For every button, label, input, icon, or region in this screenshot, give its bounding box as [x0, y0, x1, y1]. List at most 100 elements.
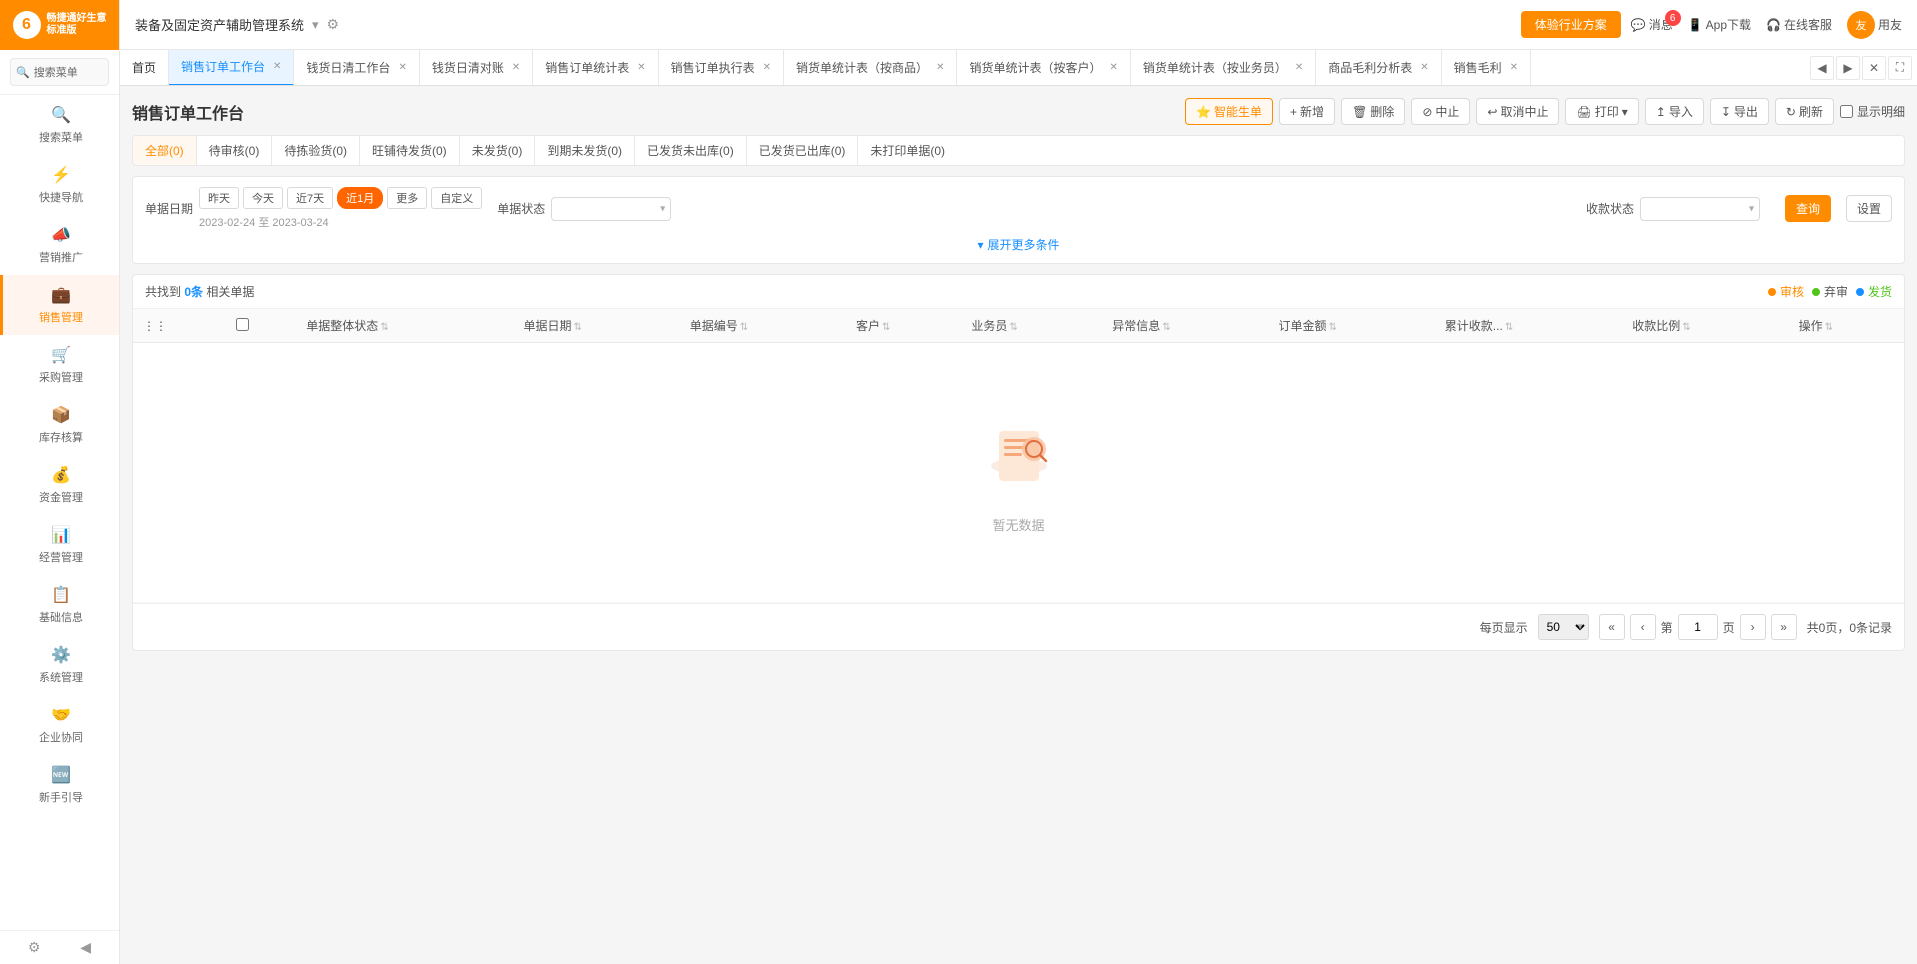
tab-prev-button[interactable]: ◀	[1810, 56, 1834, 80]
import-button[interactable]: ↥ 导入	[1645, 98, 1704, 125]
tab-sales-workbench[interactable]: 销售订单工作台✕	[169, 50, 294, 86]
tab-close-icon[interactable]: ✕	[1420, 62, 1428, 73]
col-header-collected[interactable]: 累计收款...⇅	[1435, 309, 1622, 343]
tab-cashier-daily[interactable]: 钱货日清工作台✕	[294, 50, 419, 86]
sub-tab-pending-check[interactable]: 待拣验货(0)	[272, 136, 360, 165]
tab-close-icon[interactable]: ✕	[1109, 62, 1117, 73]
tab-sales-exec[interactable]: 销售订单执行表✕	[659, 50, 784, 86]
tab-close-all-button[interactable]: ✕	[1862, 56, 1886, 80]
tab-close-icon[interactable]: ✕	[1510, 62, 1518, 73]
col-header-date[interactable]: 单据日期⇅	[513, 309, 679, 343]
sidebar-item-marketing[interactable]: 📣营销推广	[0, 215, 119, 275]
col-header-staff[interactable]: 业务员⇅	[961, 309, 1102, 343]
select-all-checkbox[interactable]	[236, 318, 249, 331]
tab-close-icon[interactable]: ✕	[763, 62, 771, 73]
sidebar-item-purchase[interactable]: 🛒采购管理	[0, 335, 119, 395]
sort-icon[interactable]: ⇅	[882, 322, 890, 333]
date-btn-近1月[interactable]: 近1月	[337, 187, 383, 209]
sub-tab-wangpu-deliver[interactable]: 旺铺待发货(0)	[360, 136, 460, 165]
tab-sale-stats-customer[interactable]: 销货单统计表（按客户）✕	[957, 50, 1130, 86]
export-button[interactable]: ↧ 导出	[1710, 98, 1769, 125]
review-action-button[interactable]: 审核	[1768, 283, 1804, 300]
sub-tab-not-shipped[interactable]: 未发货(0)	[460, 136, 536, 165]
online-service-button[interactable]: 🎧 在线客服	[1766, 16, 1832, 33]
col-header-operation[interactable]: 操作⇅	[1789, 309, 1904, 343]
sort-icon[interactable]: ⇅	[740, 322, 748, 333]
settings-bottom-button[interactable]: ⚙	[28, 939, 41, 956]
collapse-sidebar-button[interactable]: ◀	[80, 939, 91, 956]
tab-sale-stats-staff[interactable]: 销货单统计表（按业务员）✕	[1131, 50, 1316, 86]
sidebar-item-operation[interactable]: 📊经营管理	[0, 515, 119, 575]
sub-tab-pending-review[interactable]: 待审核(0)	[197, 136, 273, 165]
ship-action-button[interactable]: 发货	[1856, 283, 1892, 300]
tab-close-icon[interactable]: ✕	[398, 62, 406, 73]
message-button[interactable]: 💬 消息 6	[1631, 16, 1673, 33]
title-dropdown-icon[interactable]: ▾	[312, 17, 319, 33]
settings-icon[interactable]: ⚙	[327, 16, 340, 33]
sidebar-item-basic[interactable]: 📋基础信息	[0, 575, 119, 635]
sub-tab-not-printed[interactable]: 未打印单据(0)	[858, 136, 957, 165]
sidebar-item-guide[interactable]: 🆕新手引导	[0, 755, 119, 815]
tab-next-button[interactable]: ▶	[1836, 56, 1860, 80]
show-detail-checkbox[interactable]	[1840, 105, 1853, 118]
add-button[interactable]: + 新增	[1279, 98, 1335, 125]
collection-select[interactable]	[1640, 197, 1760, 221]
smart-create-button[interactable]: ⭐ 智能生单	[1185, 98, 1273, 125]
sidebar-item-inventory[interactable]: 📦库存核算	[0, 395, 119, 455]
sidebar-item-search[interactable]: 🔍搜索菜单	[0, 95, 119, 155]
col-header-status[interactable]: 单据整体状态⇅	[296, 309, 513, 343]
tab-home[interactable]: 首页	[120, 50, 169, 86]
sort-icon[interactable]: ⇅	[380, 322, 388, 333]
stop-button[interactable]: ⊘ 中止	[1411, 98, 1470, 125]
sub-tab-expired-not-shipped[interactable]: 到期未发货(0)	[535, 136, 635, 165]
per-page-select[interactable]: 50 100	[1538, 614, 1589, 640]
tab-close-icon[interactable]: ✕	[936, 62, 944, 73]
tab-close-icon[interactable]: ✕	[512, 62, 520, 73]
tab-sales-gross[interactable]: 销售毛利✕	[1442, 50, 1531, 86]
date-btn-更多[interactable]: 更多	[387, 187, 427, 209]
cancel-stop-button[interactable]: ↩ 取消中止	[1476, 98, 1559, 125]
sort-icon[interactable]: ⇅	[1162, 322, 1170, 333]
sub-tab-shipped-out[interactable]: 已发货已出库(0)	[747, 136, 859, 165]
status-select[interactable]	[551, 197, 671, 221]
tab-sale-stats-product[interactable]: 销货单统计表（按商品）✕	[784, 50, 957, 86]
sub-tab-shipped-not-out[interactable]: 已发货未出库(0)	[635, 136, 747, 165]
last-page-button[interactable]: »	[1771, 614, 1797, 640]
tab-expand-button[interactable]: ⛶	[1888, 56, 1912, 80]
page-number-input[interactable]	[1678, 614, 1718, 640]
col-header-customer[interactable]: 客户⇅	[846, 309, 961, 343]
tab-close-icon[interactable]: ✕	[637, 62, 645, 73]
settings-filter-button[interactable]: 设置	[1846, 195, 1892, 222]
col-header-ratio[interactable]: 收款比例⇅	[1622, 309, 1788, 343]
sidebar-item-finance[interactable]: 💰资金管理	[0, 455, 119, 515]
tab-gross-profit[interactable]: 商品毛利分析表✕	[1316, 50, 1441, 86]
tab-cash-reconcile[interactable]: 钱货日清对账✕	[420, 50, 533, 86]
sidebar-item-quick[interactable]: ⚡快捷导航	[0, 155, 119, 215]
print-button[interactable]: 🖨 打印 ▾	[1565, 98, 1638, 125]
tab-close-icon[interactable]: ✕	[1295, 62, 1303, 73]
sidebar-item-enterprise[interactable]: 🤝企业协同	[0, 695, 119, 755]
tab-sales-stats[interactable]: 销售订单统计表✕	[533, 50, 658, 86]
sort-icon[interactable]: ⇅	[1009, 322, 1017, 333]
sidebar-item-system[interactable]: ⚙️系统管理	[0, 635, 119, 695]
first-page-button[interactable]: «	[1599, 614, 1625, 640]
sort-icon[interactable]: ⇅	[1329, 322, 1337, 333]
search-menu-button[interactable]: 🔍 搜索菜单	[10, 58, 109, 86]
cancel-review-action-button[interactable]: 弃审	[1812, 283, 1848, 300]
next-page-button[interactable]: ›	[1740, 614, 1766, 640]
date-btn-昨天[interactable]: 昨天	[199, 187, 239, 209]
sub-tab-all[interactable]: 全部(0)	[133, 136, 197, 165]
refresh-button[interactable]: ↻ 刷新	[1775, 98, 1834, 125]
date-btn-今天[interactable]: 今天	[243, 187, 283, 209]
app-download-button[interactable]: 📱 App下载	[1688, 16, 1751, 33]
col-header-abnormal[interactable]: 异常信息⇅	[1102, 309, 1268, 343]
tab-close-icon[interactable]: ✕	[273, 61, 281, 72]
sort-icon[interactable]: ⇅	[1505, 322, 1513, 333]
date-btn-自定义[interactable]: 自定义	[431, 187, 482, 209]
industry-solution-button[interactable]: 体验行业方案	[1521, 11, 1621, 38]
sidebar-item-sales[interactable]: 💼销售管理	[0, 275, 119, 335]
col-header-amount[interactable]: 订单金额⇅	[1269, 309, 1435, 343]
query-button[interactable]: 查询	[1785, 195, 1831, 222]
col-header-number[interactable]: 单据编号⇅	[680, 309, 846, 343]
show-detail-label[interactable]: 显示明细	[1840, 103, 1905, 120]
